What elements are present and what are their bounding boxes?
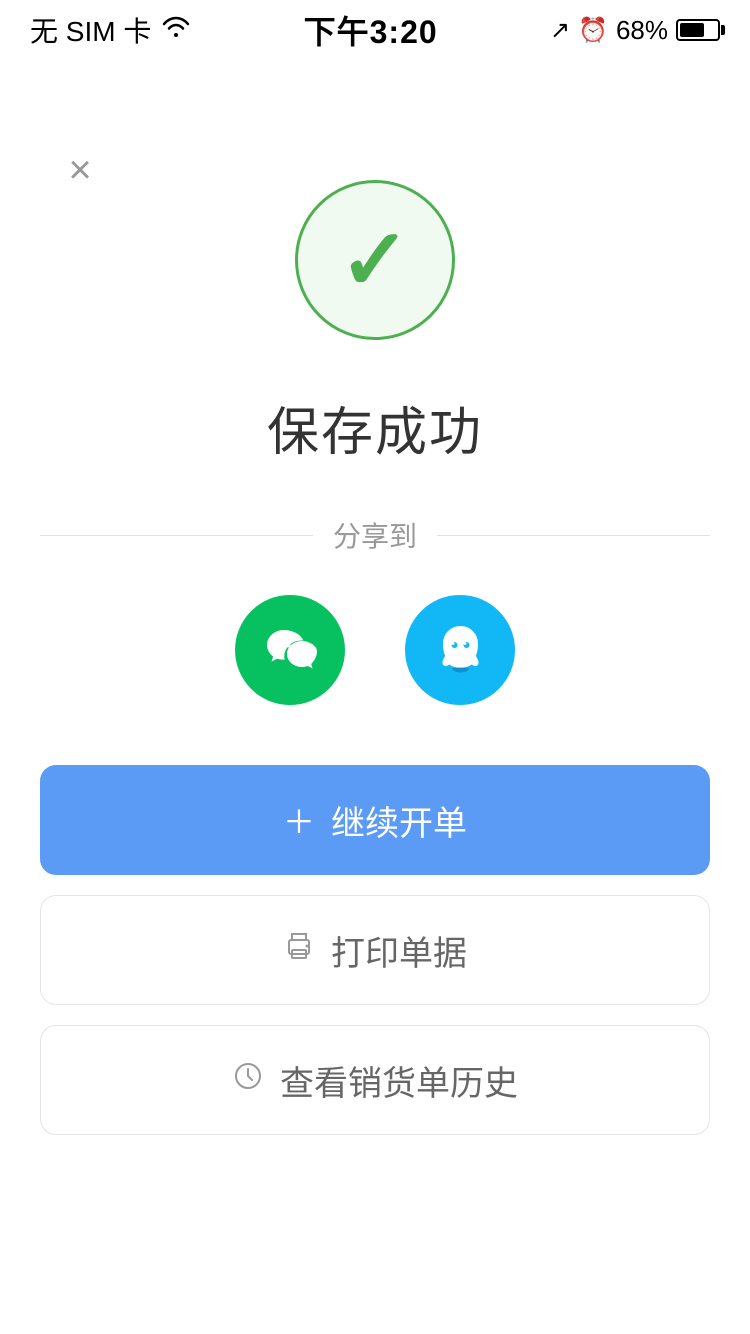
carrier-text: 无 SIM 卡 [30,10,151,50]
location-icon: ↗ [550,16,570,45]
status-bar: 无 SIM 卡 下午3:20 ↗ ⏰ 68% [0,0,750,60]
printer-icon [283,930,315,970]
status-time: 下午3:20 [304,7,438,53]
share-section: 分享到 [40,515,710,705]
share-divider: 分享到 [40,515,710,555]
battery-percent: 68% [616,15,668,46]
plus-icon: ＋ [283,797,315,843]
success-title: 保存成功 [267,390,483,465]
print-receipt-button[interactable]: 打印单据 [40,895,710,1005]
share-icons [40,595,710,705]
qq-share-button[interactable] [405,595,515,705]
wifi-icon [161,14,191,46]
view-history-button[interactable]: 查看销货单历史 [40,1025,710,1135]
battery-icon [676,19,720,41]
success-icon-container: ✓ [295,180,455,340]
success-circle: ✓ [295,180,455,340]
clock-icon [232,1060,264,1100]
close-icon: × [68,150,91,190]
close-button[interactable]: × [50,140,110,200]
continue-order-label: 继续开单 [331,796,467,845]
actions-section: ＋ 继续开单 打印单据 查看销货单历史 [40,765,710,1135]
continue-order-button[interactable]: ＋ 继续开单 [40,765,710,875]
qq-icon [428,618,493,683]
status-right: ↗ ⏰ 68% [550,15,720,46]
share-label: 分享到 [313,515,437,555]
wechat-icon [258,618,323,683]
checkmark-icon: ✓ [339,218,410,303]
view-history-label: 查看销货单历史 [280,1056,518,1105]
alarm-icon: ⏰ [578,16,608,45]
status-left: 无 SIM 卡 [30,10,191,50]
main-content: × ✓ 保存成功 分享到 [0,60,750,1334]
wechat-share-button[interactable] [235,595,345,705]
print-receipt-label: 打印单据 [331,926,467,975]
